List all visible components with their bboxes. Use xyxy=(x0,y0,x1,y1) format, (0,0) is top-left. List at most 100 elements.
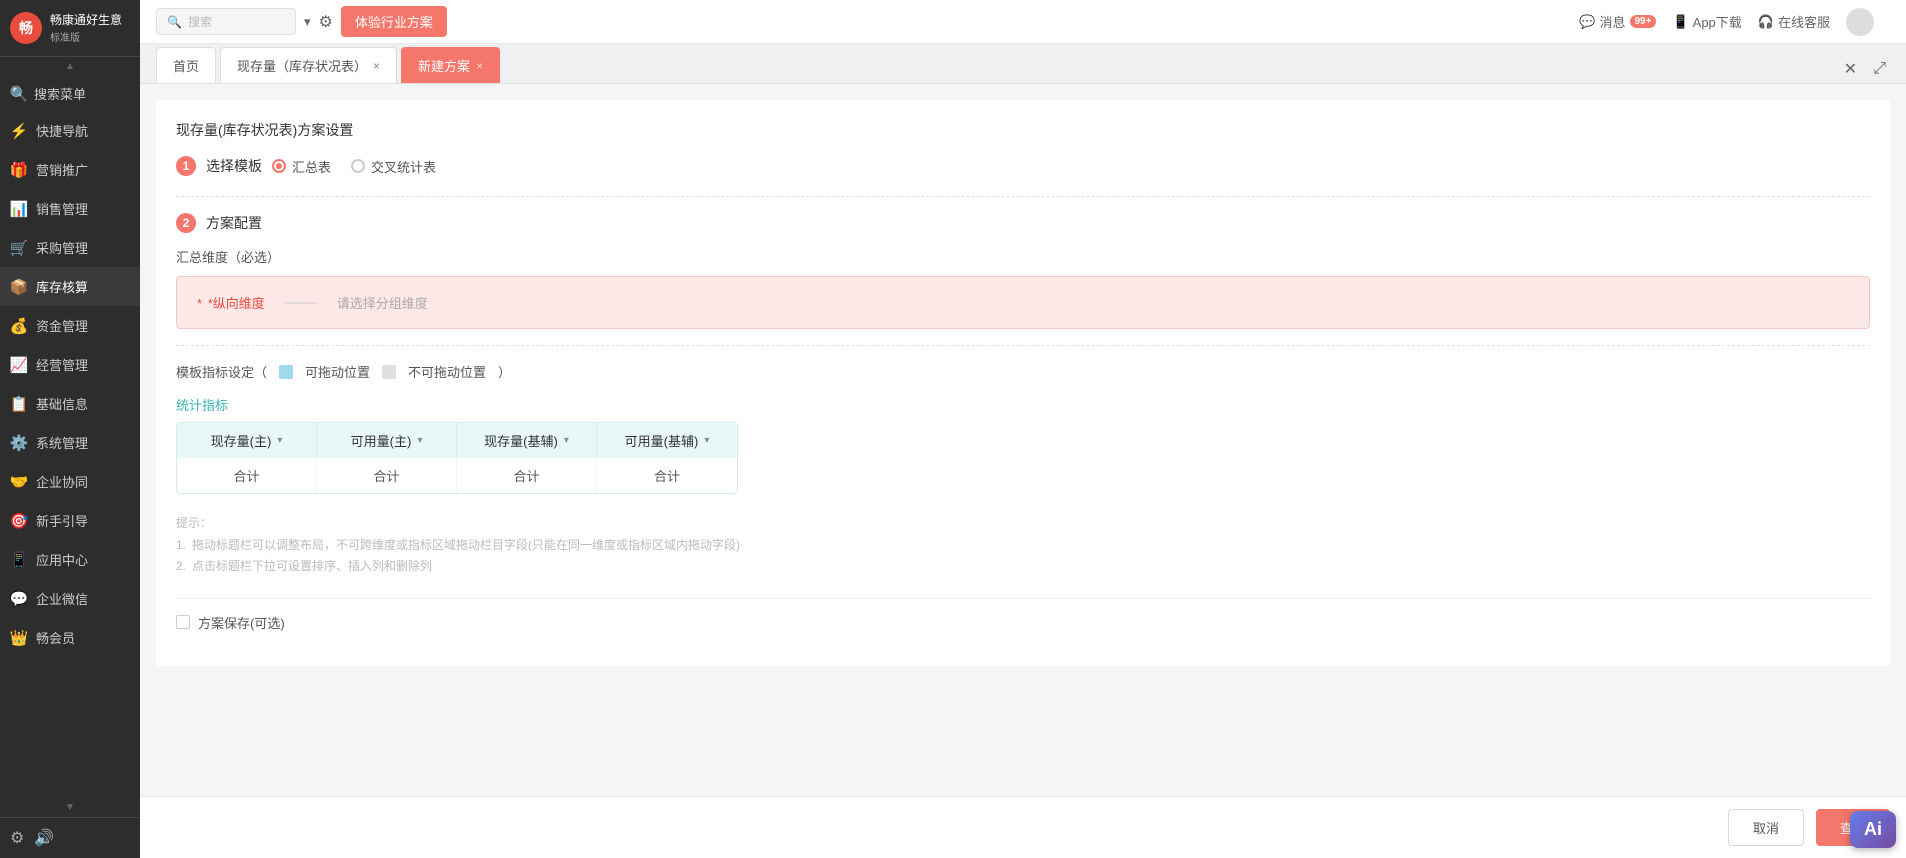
panel-title: 现存量(库存状况表)方案设置 xyxy=(176,120,1870,140)
stats-col-4-label: 可用量(基辅) xyxy=(625,431,699,450)
tips-section: 提示： 1. 拖动标题栏可以调整布局，不可跨维度或指标区域拖动栏目字段(只能在同… xyxy=(176,513,1870,578)
col-1-dropdown-icon[interactable]: ▾ xyxy=(277,435,282,446)
sidebar-item-new-guide[interactable]: 🎯 新手引导 xyxy=(0,501,140,540)
sidebar-item-label: 销售管理 xyxy=(36,199,88,218)
tab-home-label: 首页 xyxy=(173,56,199,75)
tab-inventory-status[interactable]: 现存量（库存状况表） × xyxy=(220,47,397,83)
dimension-area[interactable]: * *纵向维度 —— 请选择分组维度 xyxy=(176,276,1870,329)
stats-body-row: 合计 合计 合计 合计 xyxy=(177,458,737,493)
dimension-placeholder: 请选择分组维度 xyxy=(337,293,428,312)
scroll-up-arrow[interactable]: ▲ xyxy=(65,61,75,72)
sidebar-item-app-center[interactable]: 📱 应用中心 xyxy=(0,540,140,579)
sidebar-item-enterprise[interactable]: 🤝 企业协同 xyxy=(0,462,140,501)
tip-1-text: 拖动标题栏可以调整布局，不可跨维度或指标区域拖动栏目字段(只能在同一维度或指标区… xyxy=(192,535,740,557)
sidebar-item-vip[interactable]: 👑 畅会员 xyxy=(0,618,140,657)
enterprise-wechat-icon: 💬 xyxy=(10,590,28,608)
search-menu-icon: 🔍 xyxy=(10,85,28,103)
section-divider-1 xyxy=(176,196,1870,197)
tab-inventory-label: 现存量（库存状况表） xyxy=(237,56,367,75)
dimension-label: * *纵向维度 xyxy=(197,293,265,312)
draggable-label: 可拖动位置 xyxy=(305,362,370,381)
scroll-down-arrow[interactable]: ▼ xyxy=(65,802,75,813)
radio-summary[interactable]: 汇总表 xyxy=(272,157,331,176)
col-2-dropdown-icon[interactable]: ▾ xyxy=(417,435,422,446)
save-scheme-checkbox[interactable] xyxy=(176,615,190,629)
col-3-dropdown-icon[interactable]: ▾ xyxy=(564,435,569,446)
messages-label: 消息 xyxy=(1599,12,1625,31)
step2-title: 方案配置 xyxy=(206,213,262,233)
tab-new-scheme-close-icon[interactable]: × xyxy=(476,59,483,73)
tip-item-1: 1. 拖动标题栏可以调整布局，不可跨维度或指标区域拖动栏目字段(只能在同一维度或… xyxy=(176,535,1870,557)
stats-col-4-header[interactable]: 可用量(基辅) ▾ xyxy=(597,423,737,458)
quick-nav-icon: ⚡ xyxy=(10,122,28,140)
template-radio-group: 汇总表 交叉统计表 xyxy=(272,157,436,176)
radio-cross[interactable]: 交叉统计表 xyxy=(351,157,436,176)
app-logo-icon: 畅 xyxy=(10,12,42,44)
sidebar-item-label: 新手引导 xyxy=(36,511,88,530)
col-4-dropdown-icon[interactable]: ▾ xyxy=(704,435,709,446)
stats-col-3-body: 合计 xyxy=(457,458,597,493)
messages-button[interactable]: 💬 消息 99+ xyxy=(1579,12,1656,31)
action-bar: 取消 查询 xyxy=(140,796,1906,858)
app-download-label: App下载 xyxy=(1693,12,1742,31)
sidebar-logo: 畅 畅康通好生意 标准版 xyxy=(0,0,140,57)
expand-panel-button[interactable]: ⤢ xyxy=(1869,56,1890,82)
stats-col-3-header[interactable]: 现存量(基辅) ▾ xyxy=(457,423,597,458)
stats-col-2-header[interactable]: 可用量(主) ▾ xyxy=(317,423,457,458)
industry-solution-button[interactable]: 体验行业方案 xyxy=(341,6,447,37)
tip-2-num: 2. xyxy=(176,556,186,578)
sidebar-item-label: 畅会员 xyxy=(36,628,75,647)
sidebar-item-label: 经营管理 xyxy=(36,355,88,374)
indicator-setting-prefix: 模板指标设定（ xyxy=(176,362,267,381)
stats-table: 现存量(主) ▾ 可用量(主) ▾ 现存量(基辅) ▾ xyxy=(176,422,738,494)
save-scheme-label: 方案保存(可选) xyxy=(198,613,285,632)
stats-section: 统计指标 现存量(主) ▾ 可用量(主) ▾ xyxy=(176,395,1870,497)
content-area: 现存量(库存状况表)方案设置 1 选择模板 汇总表 交叉统计表 xyxy=(140,84,1906,796)
topbar-search-box[interactable]: 🔍 搜索 xyxy=(156,8,296,35)
app-edition: 标准版 xyxy=(50,29,122,44)
close-panel-button[interactable]: ✕ xyxy=(1840,55,1861,83)
sidebar-item-operations[interactable]: 📈 经营管理 xyxy=(0,345,140,384)
stats-col-1-header[interactable]: 现存量(主) ▾ xyxy=(177,423,317,458)
basic-info-icon: 📋 xyxy=(10,395,28,413)
sidebar-item-label: 企业微信 xyxy=(36,589,88,608)
sidebar-item-search-menu[interactable]: 🔍 搜索菜单 xyxy=(0,76,140,111)
sidebar-item-quick-nav[interactable]: ⚡ 快捷导航 xyxy=(0,111,140,150)
step2-badge: 2 xyxy=(176,213,196,233)
sidebar-item-marketing[interactable]: 🎁 营销推广 xyxy=(0,150,140,189)
user-avatar[interactable] xyxy=(1846,8,1874,36)
volume-icon[interactable]: 🔊 xyxy=(34,828,54,848)
sidebar-item-basic-info[interactable]: 📋 基础信息 xyxy=(0,384,140,423)
sidebar-item-sales[interactable]: 📊 销售管理 xyxy=(0,189,140,228)
search-icon: 🔍 xyxy=(167,15,182,29)
app-name-block: 畅康通好生意 标准版 xyxy=(50,12,122,44)
tab-home[interactable]: 首页 xyxy=(156,47,216,83)
enterprise-icon: 🤝 xyxy=(10,473,28,491)
tab-new-scheme[interactable]: 新建方案 × xyxy=(401,47,500,83)
radio-summary-dot xyxy=(272,159,286,173)
app-center-icon: 📱 xyxy=(10,551,28,569)
step2-header: 2 方案配置 xyxy=(176,213,1870,233)
sidebar-item-inventory[interactable]: 📦 库存核算 xyxy=(0,267,140,306)
topbar-dropdown[interactable]: ▾ xyxy=(304,14,311,30)
sidebar-item-purchase[interactable]: 🛒 采购管理 xyxy=(0,228,140,267)
stats-col-2-body: 合计 xyxy=(317,458,457,493)
app-name: 畅康通好生意 xyxy=(50,12,122,29)
settings-icon[interactable]: ⚙ xyxy=(10,828,24,848)
step1-title: 选择模板 xyxy=(206,156,262,176)
sidebar-item-finance[interactable]: 💰 资金管理 xyxy=(0,306,140,345)
purchase-icon: 🛒 xyxy=(10,239,28,257)
ai-badge[interactable]: Ai xyxy=(1850,811,1896,848)
cancel-button[interactable]: 取消 xyxy=(1728,809,1804,846)
app-download-button[interactable]: 📱 App下载 xyxy=(1672,12,1741,31)
sidebar-item-label: 库存核算 xyxy=(36,277,88,296)
topbar-gear-icon[interactable]: ⚙ xyxy=(319,12,333,32)
tab-inventory-close-icon[interactable]: × xyxy=(373,59,380,73)
sidebar-item-enterprise-wechat[interactable]: 💬 企业微信 xyxy=(0,579,140,618)
sidebar-item-system[interactable]: ⚙️ 系统管理 xyxy=(0,423,140,462)
online-service-button[interactable]: 🎧 在线客服 xyxy=(1758,12,1830,31)
tip-2-text: 点击标题栏下拉可设置排序、插入列和删除列 xyxy=(192,556,432,578)
vip-icon: 👑 xyxy=(10,629,28,647)
main-area: 🔍 搜索 ▾ ⚙ 体验行业方案 💬 消息 99+ 📱 App下载 🎧 在线客服 xyxy=(140,0,1906,858)
stats-header-row: 现存量(主) ▾ 可用量(主) ▾ 现存量(基辅) ▾ xyxy=(177,423,737,458)
